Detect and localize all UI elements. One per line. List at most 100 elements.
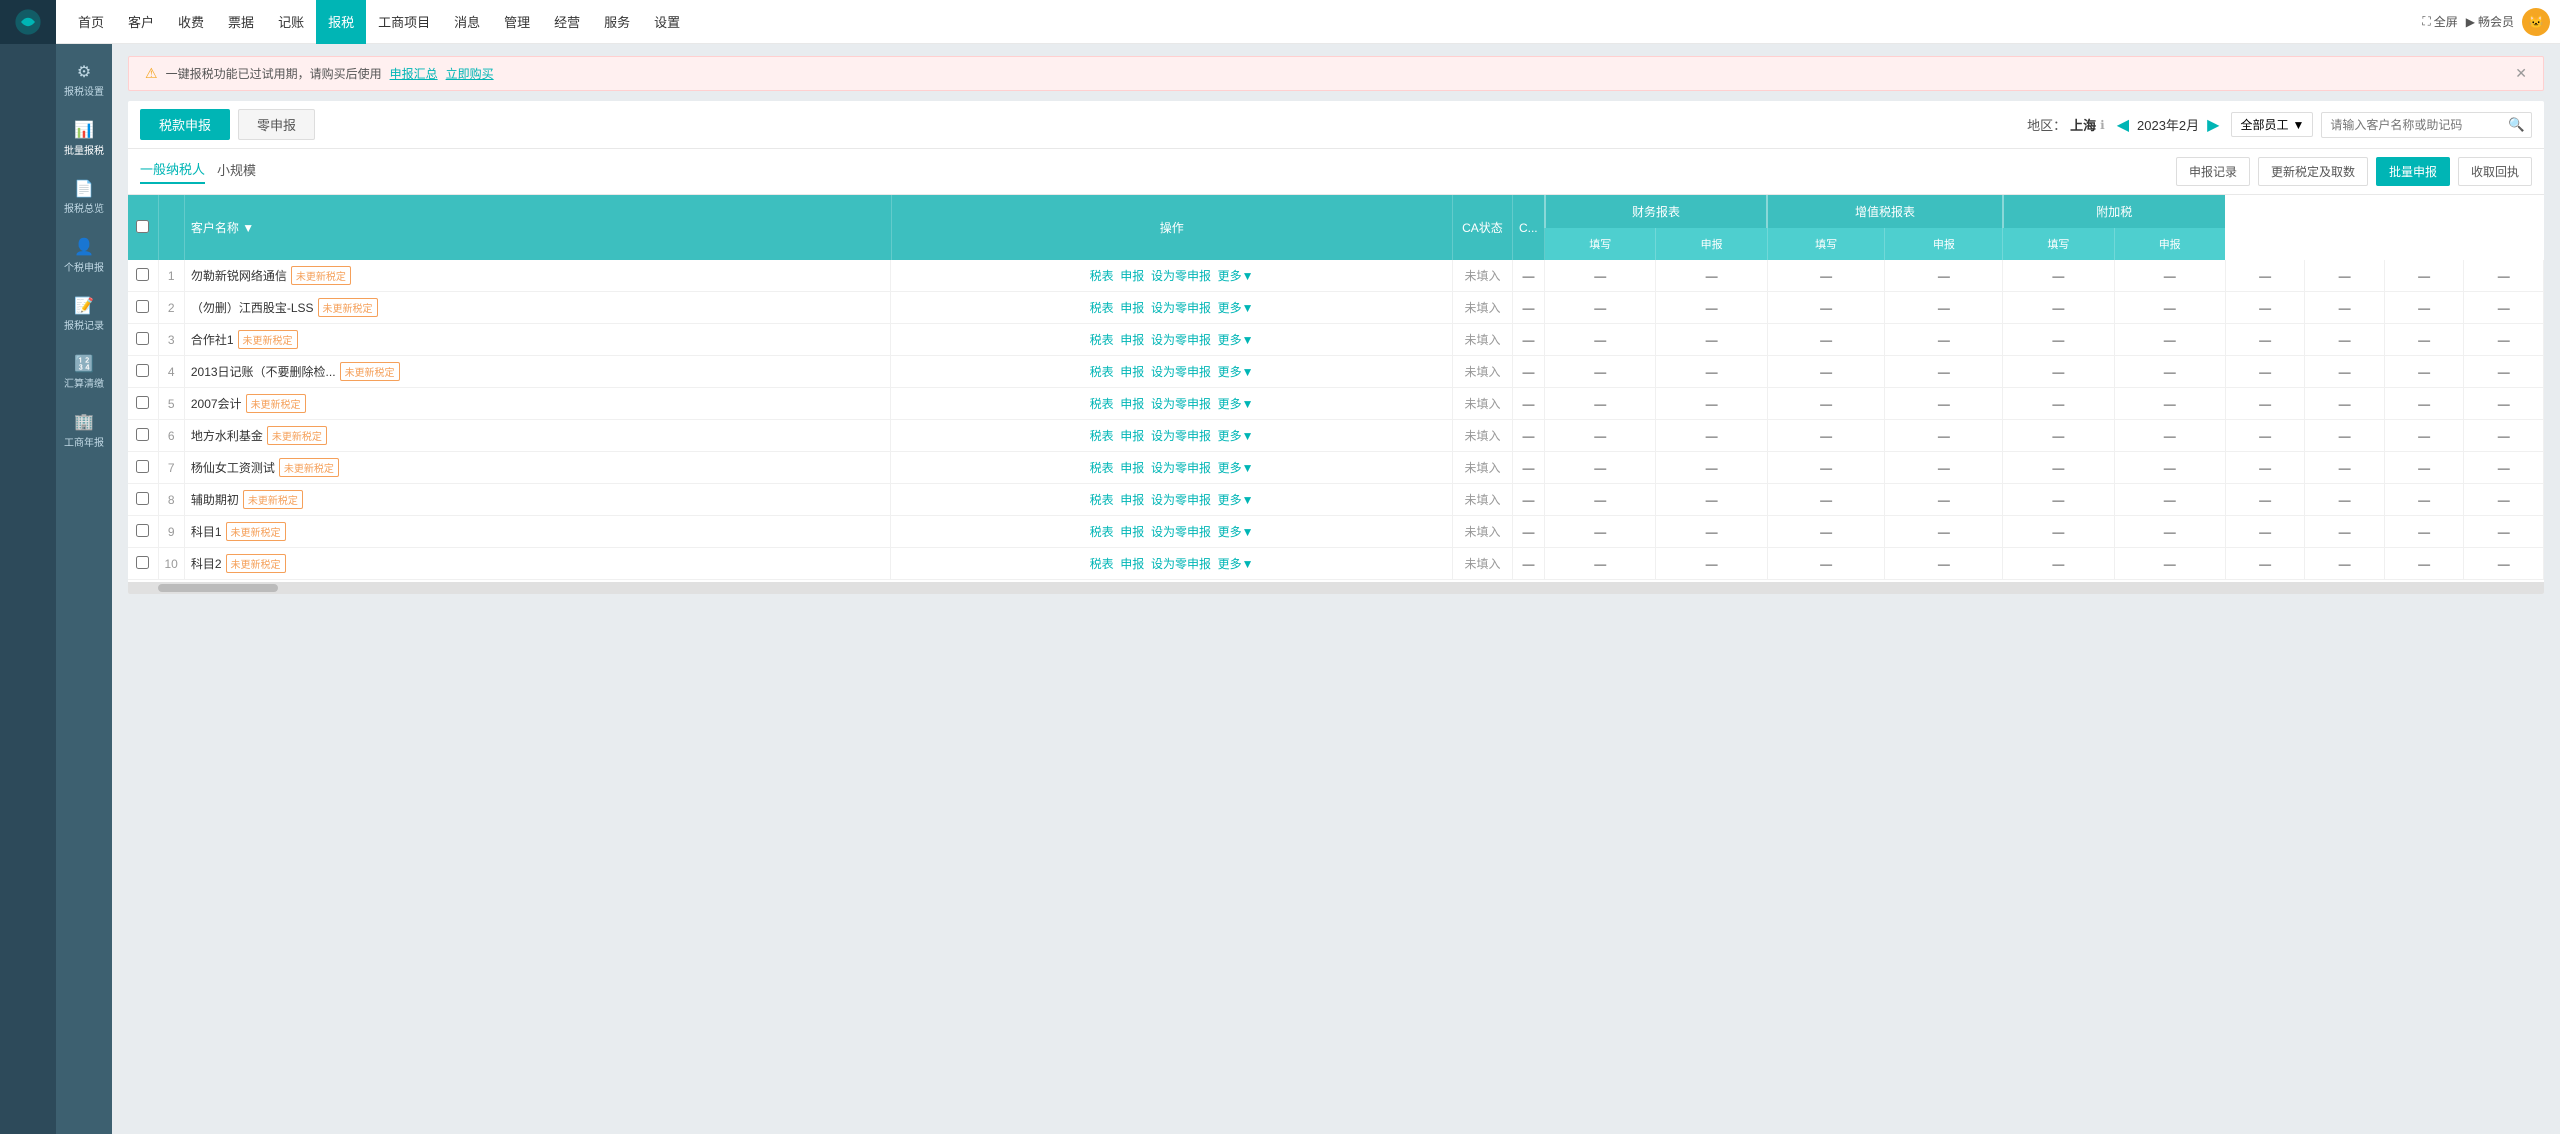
- row-checkbox[interactable]: [136, 556, 149, 569]
- row-checkbox[interactable]: [136, 268, 149, 281]
- table-cell-8: —: [2384, 324, 2464, 356]
- row-checkbox[interactable]: [136, 460, 149, 473]
- op-taxform[interactable]: 税表: [1090, 461, 1114, 475]
- nav-message[interactable]: 消息: [442, 0, 492, 44]
- table-cell-9: —: [2464, 516, 2544, 548]
- table-row: 7 杨仙女工资测试 未更新税定 税表 申报 设为零申报 更多▼ 未填入 — ——…: [128, 452, 2544, 484]
- tab-zero[interactable]: 零申报: [238, 109, 315, 140]
- nav-management[interactable]: 管理: [492, 0, 542, 44]
- op-taxform[interactable]: 税表: [1090, 397, 1114, 411]
- gengxin-button[interactable]: 更新税定及取数: [2258, 157, 2368, 186]
- nav-operation[interactable]: 经营: [542, 0, 592, 44]
- banner-link2[interactable]: 立即购买: [446, 65, 494, 82]
- nav-bookkeeping[interactable]: 记账: [266, 0, 316, 44]
- op-more[interactable]: 更多▼: [1218, 523, 1254, 540]
- taxpayer-tab-small[interactable]: 小规模: [217, 160, 256, 183]
- op-report[interactable]: 申报: [1120, 429, 1144, 443]
- piliangshenbao-button[interactable]: 批量申报: [2376, 157, 2450, 186]
- row-checkbox[interactable]: [136, 300, 149, 313]
- op-report[interactable]: 申报: [1120, 333, 1144, 347]
- op-more[interactable]: 更多▼: [1218, 267, 1254, 284]
- row-checkbox[interactable]: [136, 524, 149, 537]
- fullscreen-button[interactable]: ⛶ 全屏: [2422, 13, 2457, 30]
- banner-close-button[interactable]: ✕: [2515, 65, 2527, 82]
- op-report[interactable]: 申报: [1120, 269, 1144, 283]
- op-setzero[interactable]: 设为零申报: [1151, 557, 1211, 571]
- op-taxform[interactable]: 税表: [1090, 525, 1114, 539]
- op-report[interactable]: 申报: [1120, 525, 1144, 539]
- search-input[interactable]: [2322, 114, 2502, 136]
- nav-bizproject[interactable]: 工商项目: [366, 0, 442, 44]
- scrollbar-area[interactable]: [128, 582, 2544, 594]
- row-checkbox[interactable]: [136, 428, 149, 441]
- table-cell-5: —: [2114, 548, 2225, 580]
- subsidebar-tax-overview[interactable]: 📄 报税总览: [56, 169, 112, 227]
- subsidebar-batch-tax[interactable]: 📊 批量报税: [56, 110, 112, 168]
- op-setzero[interactable]: 设为零申报: [1151, 365, 1211, 379]
- employee-select[interactable]: 全部员工 ▼: [2231, 112, 2313, 137]
- row-checkbox[interactable]: [136, 396, 149, 409]
- op-more[interactable]: 更多▼: [1218, 427, 1254, 444]
- op-taxform[interactable]: 税表: [1090, 429, 1114, 443]
- op-taxform[interactable]: 税表: [1090, 301, 1114, 315]
- op-taxform[interactable]: 税表: [1090, 365, 1114, 379]
- op-setzero[interactable]: 设为零申报: [1151, 429, 1211, 443]
- nav-settings[interactable]: 设置: [642, 0, 692, 44]
- th-customer-name: 客户名称 ▼: [184, 195, 891, 260]
- op-report[interactable]: 申报: [1120, 461, 1144, 475]
- op-taxform[interactable]: 税表: [1090, 557, 1114, 571]
- op-more[interactable]: 更多▼: [1218, 331, 1254, 348]
- info-icon[interactable]: ℹ: [2100, 118, 2105, 132]
- nav-home[interactable]: 首页: [66, 0, 116, 44]
- tab-declaration[interactable]: 税款申报: [140, 109, 230, 140]
- date-next-button[interactable]: ▶: [2203, 115, 2223, 135]
- row-checkbox[interactable]: [136, 492, 149, 505]
- select-all-checkbox[interactable]: [136, 220, 149, 233]
- subsidebar-annual-label: 工商年报: [64, 437, 104, 451]
- upgrade-button[interactable]: ▶ 畅会员: [2466, 13, 2514, 30]
- nav-invoice[interactable]: 票据: [216, 0, 266, 44]
- nav-fee[interactable]: 收费: [166, 0, 216, 44]
- shougouhuizhui-button[interactable]: 收取回执: [2458, 157, 2532, 186]
- op-more[interactable]: 更多▼: [1218, 299, 1254, 316]
- subsidebar-tax-records[interactable]: 📝 报税记录: [56, 286, 112, 344]
- op-more[interactable]: 更多▼: [1218, 363, 1254, 380]
- nav-service[interactable]: 服务: [592, 0, 642, 44]
- op-setzero[interactable]: 设为零申报: [1151, 269, 1211, 283]
- op-more[interactable]: 更多▼: [1218, 555, 1254, 572]
- table-cell-3: —: [1885, 260, 2003, 292]
- subsidebar-annual-report[interactable]: 🏢 工商年报: [56, 402, 112, 460]
- taxpayer-tab-general[interactable]: 一般纳税人: [140, 159, 205, 184]
- op-setzero[interactable]: 设为零申报: [1151, 301, 1211, 315]
- op-setzero[interactable]: 设为零申报: [1151, 333, 1211, 347]
- op-report[interactable]: 申报: [1120, 557, 1144, 571]
- op-setzero[interactable]: 设为零申报: [1151, 525, 1211, 539]
- scrollbar-thumb[interactable]: [158, 584, 278, 592]
- avatar[interactable]: 🐱: [2522, 8, 2550, 36]
- op-setzero[interactable]: 设为零申报: [1151, 397, 1211, 411]
- row-checkbox[interactable]: [136, 364, 149, 377]
- op-setzero[interactable]: 设为零申报: [1151, 461, 1211, 475]
- nav-tax[interactable]: 报税: [316, 0, 366, 44]
- op-report[interactable]: 申报: [1120, 493, 1144, 507]
- op-report[interactable]: 申报: [1120, 397, 1144, 411]
- op-taxform[interactable]: 税表: [1090, 269, 1114, 283]
- op-setzero[interactable]: 设为零申报: [1151, 493, 1211, 507]
- subsidebar-personal-tax[interactable]: 👤 个税申报: [56, 227, 112, 285]
- search-button[interactable]: 🔍: [2502, 113, 2531, 137]
- op-more[interactable]: 更多▼: [1218, 395, 1254, 412]
- row-checkbox[interactable]: [136, 332, 149, 345]
- op-taxform[interactable]: 税表: [1090, 493, 1114, 507]
- date-prev-button[interactable]: ◀: [2113, 115, 2133, 135]
- subsidebar-settlement[interactable]: 🔢 汇算清缴: [56, 344, 112, 402]
- nav-customer[interactable]: 客户: [116, 0, 166, 44]
- scrollbar-track[interactable]: [128, 584, 2544, 592]
- op-more[interactable]: 更多▼: [1218, 459, 1254, 476]
- shenbaojilu-button[interactable]: 申报记录: [2176, 157, 2250, 186]
- op-taxform[interactable]: 税表: [1090, 333, 1114, 347]
- op-report[interactable]: 申报: [1120, 301, 1144, 315]
- subsidebar-tax-settings[interactable]: ⚙ 报税设置: [56, 52, 112, 110]
- op-more[interactable]: 更多▼: [1218, 491, 1254, 508]
- op-report[interactable]: 申报: [1120, 365, 1144, 379]
- banner-link1[interactable]: 申报汇总: [390, 65, 438, 82]
